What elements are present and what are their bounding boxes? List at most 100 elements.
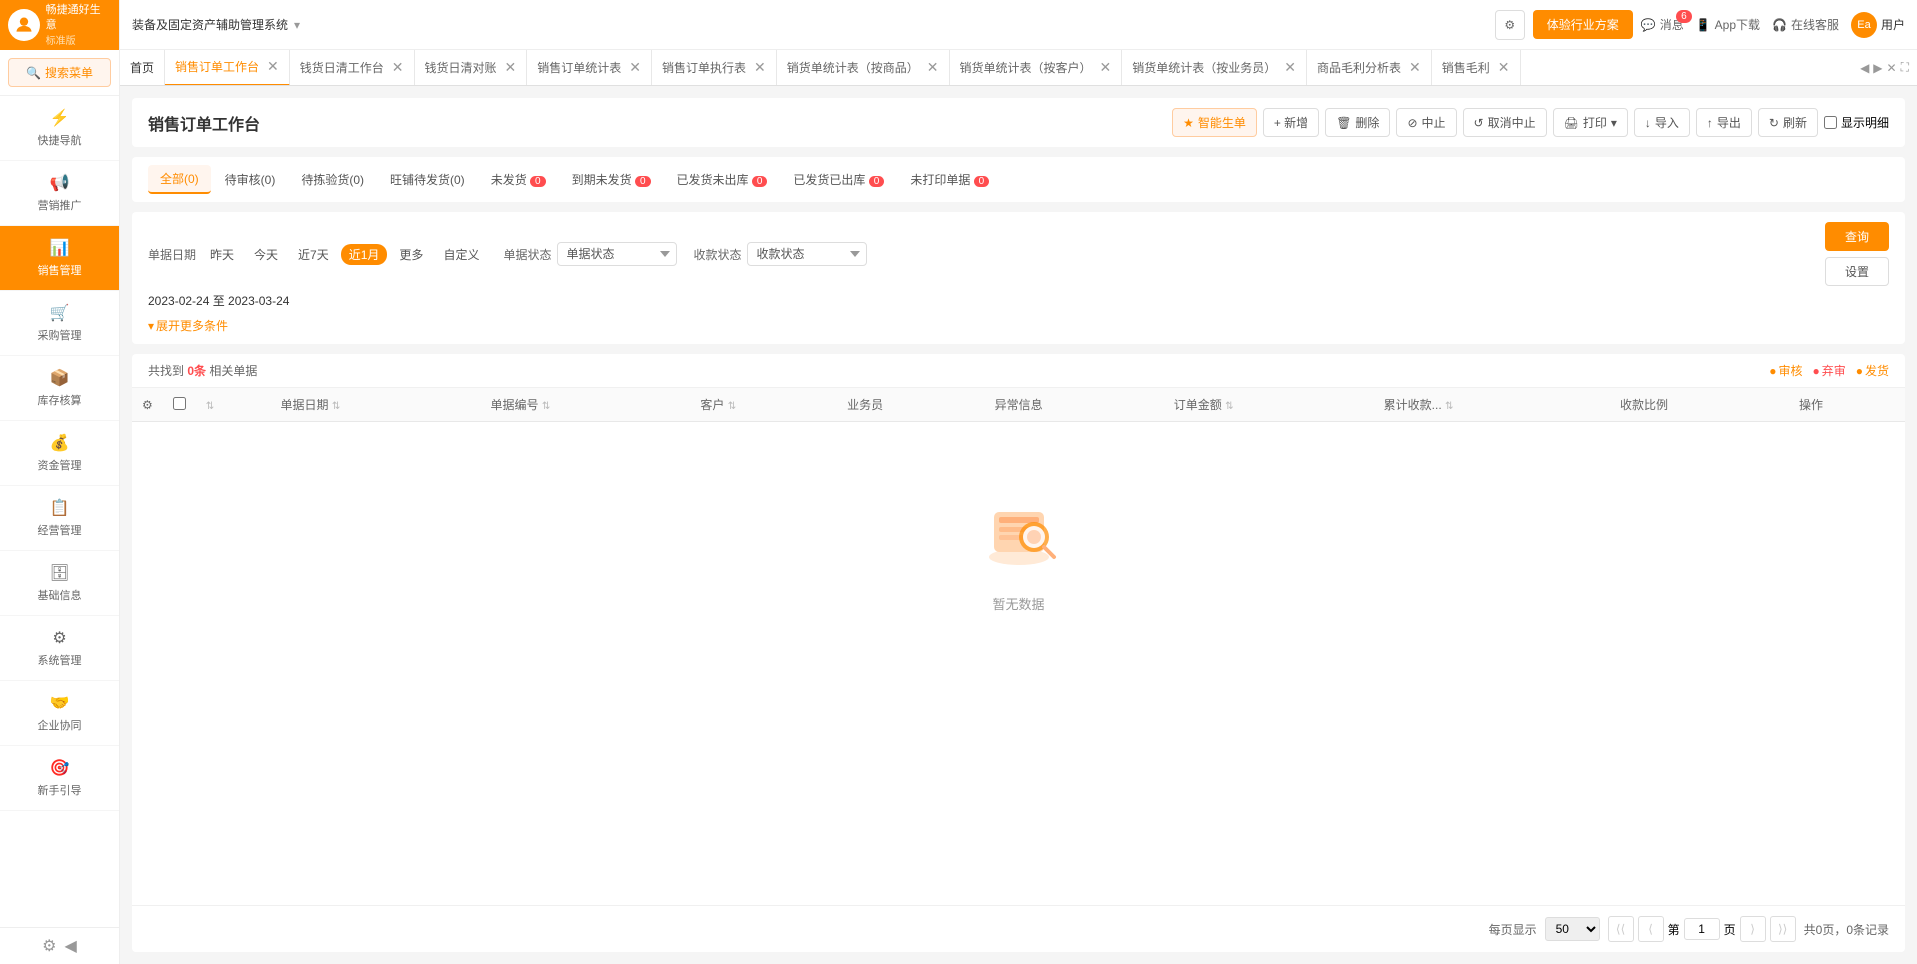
tab-home[interactable]: 首页 [120,50,165,86]
first-page-button[interactable]: ⟨⟨ [1608,916,1634,942]
sidebar-item-purchase[interactable]: 🛒 采购管理 [0,291,119,356]
tab-close-icon[interactable]: ✕ [629,59,641,76]
message-badge[interactable]: 💬 消息 6 [1641,16,1684,33]
tab-close-icon[interactable]: ✕ [927,59,939,76]
show-detail-checkbox-label[interactable]: 显示明细 [1824,114,1889,131]
tab-product-margin[interactable]: 商品毛利分析表 ✕ [1307,50,1432,86]
print-button[interactable]: 🖨 打印 ▾ [1553,108,1628,137]
date-btn-today[interactable]: 今天 [246,243,286,266]
topbar-settings-button[interactable]: ⚙ [1495,10,1525,40]
status-filter-select[interactable]: 单据状态 [557,242,677,266]
prev-page-button[interactable]: ⟨ [1638,916,1664,942]
cancel-review-action-button[interactable]: ● 弃审 [1812,362,1845,379]
new-button[interactable]: + 新增 [1263,108,1319,137]
filter-tab-pending-review[interactable]: 待审核(0) [213,166,288,193]
date-btn-custom[interactable]: 自定义 [435,243,487,266]
app-download-button[interactable]: 📱 App下载 [1696,16,1760,33]
tab-close-icon[interactable]: ✕ [505,59,517,76]
date-btn-7days[interactable]: 近7天 [290,243,337,266]
date-btn-yesterday[interactable]: 昨天 [202,243,242,266]
th-customer[interactable]: 客户 ⇅ [690,388,837,422]
sidebar-item-finance[interactable]: 💰 资金管理 [0,421,119,486]
table-section: 共找到 0条 相关单据 ● 审核 ● 弃审 ● 发货 [132,354,1905,952]
tab-close-icon[interactable]: ✕ [1284,59,1296,76]
date-btn-1month[interactable]: 近1月 [341,244,388,265]
th-collected-label: 累计收款... [1384,398,1442,412]
page-title: 销售订单工作台 [148,111,260,135]
th-status[interactable]: ⇅ [196,388,271,422]
tab-sales-order-stats[interactable]: 销售订单统计表 ✕ [527,50,652,86]
filter-tab-pending-check[interactable]: 待拣验货(0) [289,166,376,193]
tab-close-icon[interactable]: ✕ [392,59,404,76]
tab-close-icon[interactable]: ✕ [1498,59,1510,76]
tab-close-icon[interactable]: ✕ [267,58,279,75]
online-service-button[interactable]: 🎧 在线客服 [1772,16,1839,33]
ship-action-button[interactable]: ● 发货 [1856,362,1889,379]
filter-tab-all[interactable]: 全部(0) [148,165,211,194]
page-number-input[interactable] [1684,918,1720,940]
tab-home-label: 首页 [130,59,154,76]
cancel-stop-button[interactable]: ↺ 取消中止 [1463,108,1547,137]
tabbar-more-button[interactable]: ◀ ▶ ✕ ⛶ [1852,60,1917,75]
sort-status-icon: ⇅ [206,401,214,412]
phone-icon: 📱 [1696,18,1711,32]
tab-sales-stats-staff[interactable]: 销货单统计表（按业务员） ✕ [1122,50,1307,86]
next-page-button[interactable]: ⟩ [1740,916,1766,942]
tab-label: 销售毛利 [1442,59,1490,76]
th-amount[interactable]: 订单金额 ⇅ [1164,388,1374,422]
th-number[interactable]: 单据编号 ⇅ [480,388,690,422]
filter-tab-shipped-out[interactable]: 已发货已出库 0 [781,166,896,193]
tab-sales-profit[interactable]: 销售毛利 ✕ [1432,50,1521,86]
th-abnormal: 异常信息 [985,388,1164,422]
smart-create-button[interactable]: ★ 智能生单 [1172,108,1257,137]
payment-filter-select[interactable]: 收款状态 [747,242,867,266]
tab-sales-order-workbench[interactable]: 销售订单工作台 ✕ [165,50,290,86]
stop-button[interactable]: ⊘ 中止 [1396,108,1456,137]
delete-button[interactable]: 🗑 删除 [1325,108,1390,137]
sidebar-settings-button[interactable]: ⚙ [42,936,56,956]
sidebar-item-operations[interactable]: 📋 经营管理 [0,486,119,551]
th-date[interactable]: 单据日期 ⇅ [271,388,481,422]
query-button[interactable]: 查询 [1825,222,1889,251]
refresh-button[interactable]: ↻ 刷新 [1758,108,1818,137]
filter-tab-wangpu-pending[interactable]: 旺铺待发货(0) [378,166,477,193]
review-action-button[interactable]: ● 审核 [1769,362,1802,379]
select-all-checkbox[interactable] [173,397,186,410]
sidebar-item-basic[interactable]: 🗄 基础信息 [0,551,119,616]
filter-tab-overdue-not-shipped[interactable]: 到期未发货 0 [560,166,663,193]
sidebar-item-system[interactable]: ⚙ 系统管理 [0,616,119,681]
tab-close-icon[interactable]: ✕ [1409,59,1421,76]
date-options: 昨天 今天 近7天 近1月 更多 自定义 [202,243,487,266]
th-collected[interactable]: 累计收款... ⇅ [1374,388,1610,422]
sidebar-item-enterprise[interactable]: 🤝 企业协同 [0,681,119,746]
sidebar-item-quick-nav[interactable]: ⚡ 快捷导航 [0,96,119,161]
tab-sales-stats-product[interactable]: 销货单统计表（按商品） ✕ [777,50,950,86]
filter-tab-shipped-not-out[interactable]: 已发货未出库 0 [665,166,780,193]
filter-tab-not-shipped[interactable]: 未发货 0 [479,166,558,193]
tab-cash-daily[interactable]: 钱货日清工作台 ✕ [290,50,415,86]
sidebar-item-marketing[interactable]: 📢 营销推广 [0,161,119,226]
industry-solution-button[interactable]: 体验行业方案 [1533,10,1633,39]
import-button[interactable]: ↓ 导入 [1634,108,1690,137]
show-detail-checkbox[interactable] [1824,116,1837,129]
filter-tab-not-printed[interactable]: 未打印单据 0 [898,166,1001,193]
expand-filter-button[interactable]: ▾ 展开更多条件 [148,317,1889,334]
last-page-button[interactable]: ⟩⟩ [1770,916,1796,942]
sidebar-item-guide[interactable]: 🎯 新手引导 [0,746,119,811]
sidebar-collapse-button[interactable]: ◀ [65,936,77,956]
sidebar-item-sales[interactable]: 📊 销售管理 [0,226,119,291]
page-size-select[interactable]: 50 10 20 100 [1545,917,1600,941]
search-menu-button[interactable]: 🔍 搜索菜单 [8,58,111,87]
tab-sales-order-exec[interactable]: 销售订单执行表 ✕ [652,50,777,86]
tab-cash-reconcile[interactable]: 钱货日清对账 ✕ [415,50,528,86]
tab-sales-stats-customer[interactable]: 销货单统计表（按客户） ✕ [950,50,1123,86]
date-btn-more[interactable]: 更多 [391,243,431,266]
export-button[interactable]: ↑ 导出 [1696,108,1752,137]
sidebar-item-inventory[interactable]: 📦 库存核算 [0,356,119,421]
tab-close-icon[interactable]: ✕ [1100,59,1112,76]
app-download-label: App下载 [1715,16,1760,33]
marketing-icon: 📢 [50,173,70,193]
set-button[interactable]: 设置 [1825,257,1889,286]
user-menu[interactable]: Ea 用户 [1851,12,1905,38]
tab-close-icon[interactable]: ✕ [754,59,766,76]
